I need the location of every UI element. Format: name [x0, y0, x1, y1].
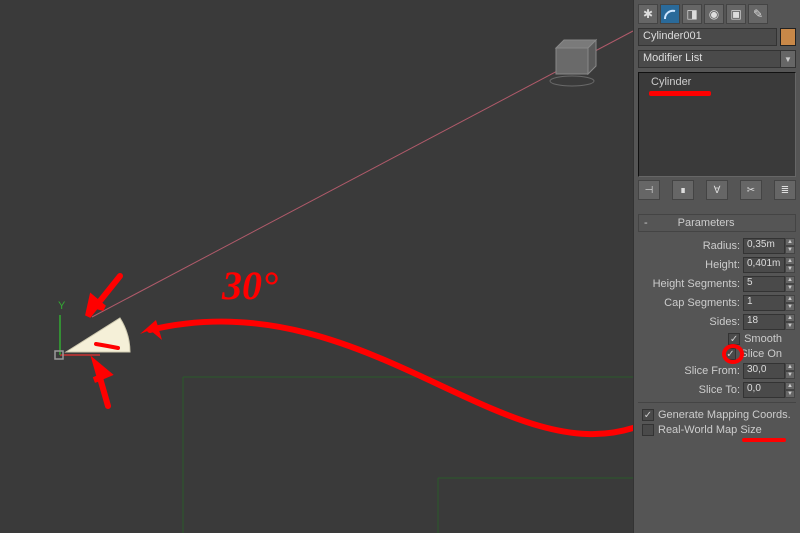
stack-toolbar: ⊣ ∎ ∀ ✂ ≣	[638, 180, 796, 200]
spinner-up-icon[interactable]: ▲	[785, 314, 795, 322]
cap-segments-input[interactable]: 1	[743, 295, 785, 311]
command-panel: ✱ ◨ ◉ ▣ ✎ Cylinder001 Modifier List ▼ Cy…	[633, 0, 800, 533]
radius-input[interactable]: 0,35m	[743, 238, 785, 254]
spinner-down-icon[interactable]: ▼	[785, 390, 795, 398]
create-tab-icon[interactable]: ✱	[638, 4, 658, 24]
collapse-icon: -	[644, 217, 648, 229]
slice-on-checkbox[interactable]	[724, 348, 736, 360]
sides-spinner[interactable]: 18 ▲▼	[743, 314, 795, 330]
viewport-overlay: Y	[0, 0, 633, 533]
spinner-up-icon[interactable]: ▲	[785, 295, 795, 303]
object-color-swatch[interactable]	[780, 28, 796, 46]
spinner-down-icon[interactable]: ▼	[785, 284, 795, 292]
show-end-result-icon[interactable]: ∎	[672, 180, 694, 200]
height-segments-label: Height Segments:	[653, 278, 740, 290]
height-input[interactable]: 0,401m	[743, 257, 785, 273]
spinner-up-icon[interactable]: ▲	[785, 276, 795, 284]
configure-sets-icon[interactable]: ≣	[774, 180, 796, 200]
smooth-checkbox[interactable]	[728, 333, 740, 345]
object-name-input[interactable]: Cylinder001	[638, 28, 777, 46]
viewport[interactable]: Y 30°	[0, 0, 633, 533]
modifier-list-dropdown[interactable]: Modifier List ▼	[638, 50, 796, 68]
utilities-tab-icon[interactable]: ✎	[748, 4, 768, 24]
spinner-up-icon[interactable]: ▲	[785, 382, 795, 390]
rollout-title: Parameters	[678, 217, 735, 229]
modifier-list-label: Modifier List	[638, 50, 780, 68]
height-label: Height:	[705, 259, 740, 271]
svg-text:Y: Y	[58, 300, 66, 312]
height-segments-spinner[interactable]: 5 ▲▼	[743, 276, 795, 292]
spinner-up-icon[interactable]: ▲	[785, 238, 795, 246]
slice-to-label: Slice To:	[699, 384, 740, 396]
spinner-up-icon[interactable]: ▲	[785, 363, 795, 371]
spinner-up-icon[interactable]: ▲	[785, 257, 795, 265]
slice-on-label: Slice On	[740, 348, 782, 360]
divider	[638, 402, 796, 403]
height-spinner[interactable]: 0,401m ▲▼	[743, 257, 795, 273]
modify-tab-icon[interactable]	[660, 4, 680, 24]
spinner-down-icon[interactable]: ▼	[785, 322, 795, 330]
spinner-down-icon[interactable]: ▼	[785, 246, 795, 254]
slice-from-label: Slice From:	[684, 365, 740, 377]
pin-stack-icon[interactable]: ⊣	[638, 180, 660, 200]
hierarchy-tab-icon[interactable]: ◨	[682, 4, 702, 24]
remove-modifier-icon[interactable]: ✂	[740, 180, 762, 200]
motion-tab-icon[interactable]: ◉	[704, 4, 724, 24]
sides-input[interactable]: 18	[743, 314, 785, 330]
spinner-down-icon[interactable]: ▼	[785, 303, 795, 311]
smooth-label: Smooth	[744, 333, 782, 345]
height-segments-input[interactable]: 5	[743, 276, 785, 292]
annotation-underline	[649, 91, 711, 96]
cap-segments-spinner[interactable]: 1 ▲▼	[743, 295, 795, 311]
display-tab-icon[interactable]: ▣	[726, 4, 746, 24]
make-unique-icon[interactable]: ∀	[706, 180, 728, 200]
annotation-angle-label: 30°	[222, 262, 278, 309]
cap-segments-label: Cap Segments:	[664, 297, 740, 309]
chevron-down-icon[interactable]: ▼	[780, 50, 796, 68]
command-panel-tabs: ✱ ◨ ◉ ▣ ✎	[638, 4, 796, 24]
parameters-rollout-header[interactable]: - Parameters	[638, 214, 796, 232]
slice-from-spinner[interactable]: 30,0 ▲▼	[743, 363, 795, 379]
generate-mapping-checkbox[interactable]	[642, 409, 654, 421]
generate-mapping-label: Generate Mapping Coords.	[658, 409, 791, 421]
slice-to-input[interactable]: 0,0	[743, 382, 785, 398]
spinner-down-icon[interactable]: ▼	[785, 265, 795, 273]
real-world-label: Real-World Map Size	[658, 424, 762, 436]
spinner-down-icon[interactable]: ▼	[785, 371, 795, 379]
real-world-checkbox[interactable]	[642, 424, 654, 436]
stack-item-cylinder[interactable]: Cylinder	[641, 75, 793, 89]
modifier-stack[interactable]: Cylinder	[638, 72, 796, 177]
annotation-underline-slicefrom	[742, 438, 786, 442]
slice-to-spinner[interactable]: 0,0 ▲▼	[743, 382, 795, 398]
radius-spinner[interactable]: 0,35m ▲▼	[743, 238, 795, 254]
sides-label: Sides:	[709, 316, 740, 328]
radius-label: Radius:	[703, 240, 740, 252]
slice-from-input[interactable]: 30,0	[743, 363, 785, 379]
